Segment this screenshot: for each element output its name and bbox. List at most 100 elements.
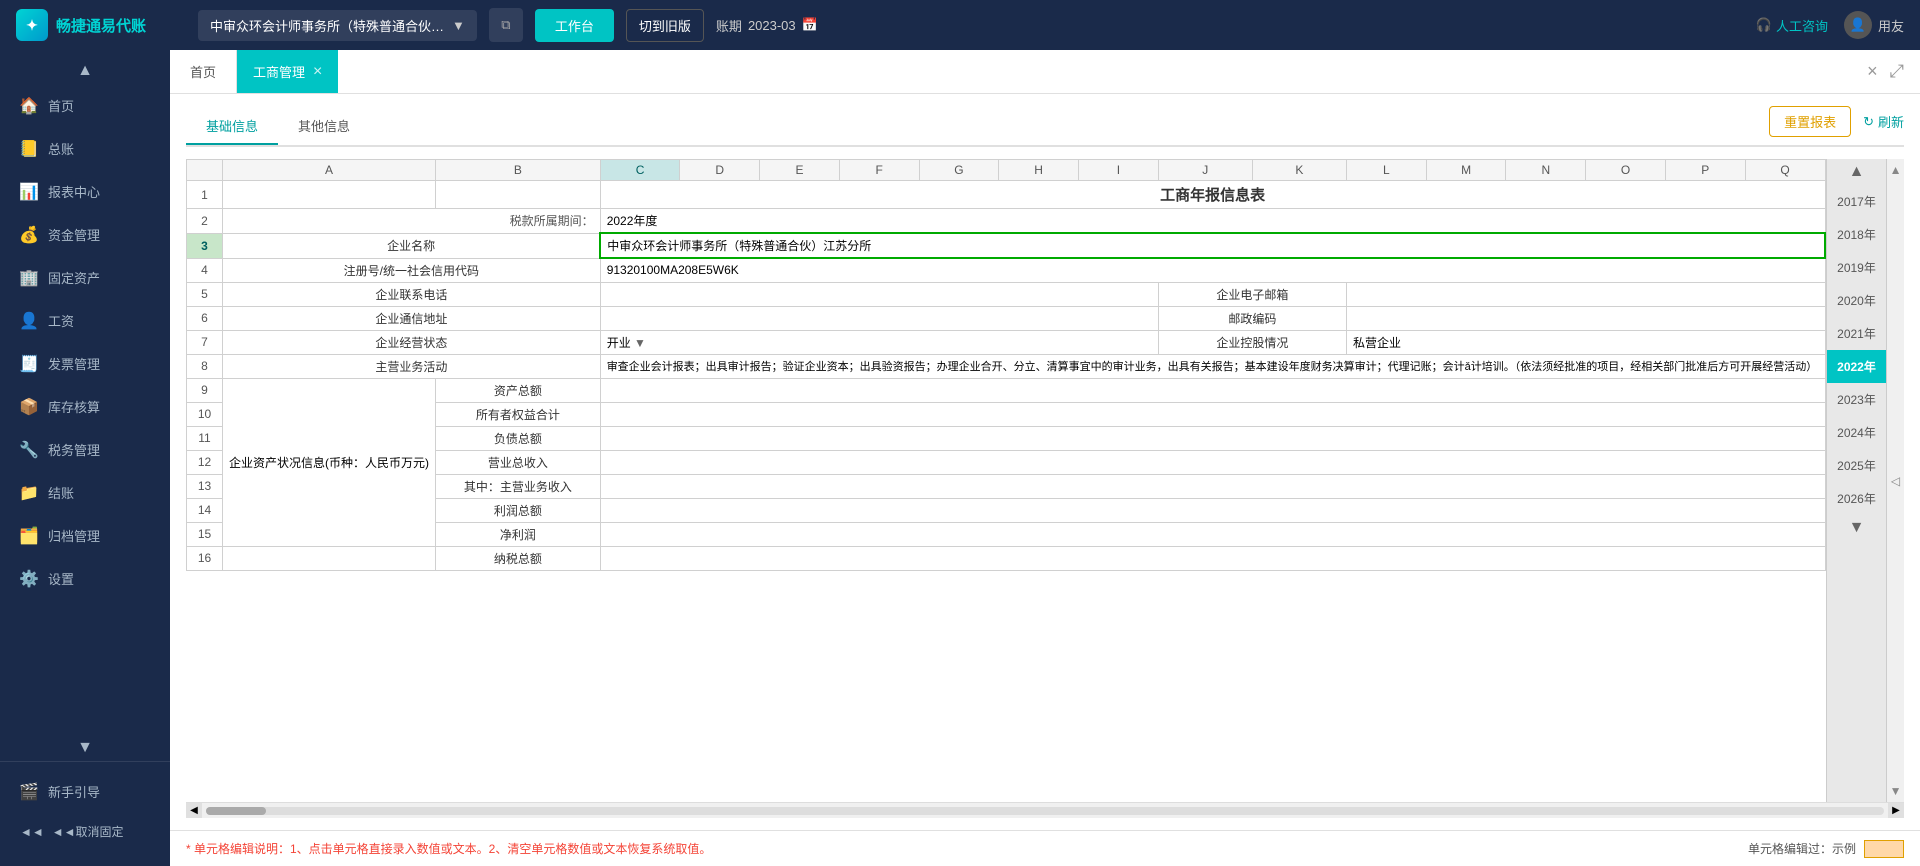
cell-profit-value[interactable] <box>600 498 1825 522</box>
sidebar-item-reports[interactable]: 📊 报表中心 <box>0 170 170 213</box>
row-num-7: 7 <box>187 330 223 354</box>
row-num-3: 3 <box>187 233 223 258</box>
subtab-other[interactable]: 其他信息 <box>278 108 370 145</box>
cell-profit-label: 利润总额 <box>436 498 601 522</box>
tab-home[interactable]: 首页 <box>170 50 237 93</box>
sidebar-item-finance[interactable]: 💰 资金管理 <box>0 213 170 256</box>
year-2021[interactable]: 2021年 <box>1827 317 1886 350</box>
year-2017[interactable]: 2017年 <box>1827 185 1886 218</box>
window-close-button[interactable]: × <box>1867 61 1878 82</box>
year-2018[interactable]: 2018年 <box>1827 218 1886 251</box>
sidebar-item-inventory[interactable]: 📦 库存核算 <box>0 385 170 428</box>
table-row: 9 企业资产状况信息(币种：人民币万元) 资产总额 <box>187 378 1826 402</box>
h-scrollbar[interactable]: ◀ ▶ <box>186 802 1904 818</box>
row-num-9: 9 <box>187 378 223 402</box>
spreadsheet-main[interactable]: A B C D E F G H I J <box>186 159 1826 802</box>
col-header-b: B <box>436 160 601 181</box>
cell-reg-label: 注册号/统一社会信用代码 <box>223 258 601 282</box>
col-header-e: E <box>760 160 840 181</box>
sidebar: ▲ 🏠 首页 📒 总账 📊 报表中心 💰 资金管理 🏢 固定资产 <box>0 50 170 866</box>
user-name: 用友 <box>1878 16 1904 35</box>
row-num-6: 6 <box>187 306 223 330</box>
cell-company-label: 企业名称 <box>223 233 601 258</box>
sidebar-down-arrow[interactable]: ▼ <box>0 735 170 761</box>
sub-tabs: 基础信息 其他信息 重置报表 ↻ 刷新 <box>186 106 1904 147</box>
cell-netprofit-label: 净利润 <box>436 522 601 546</box>
sidebar-item-archive[interactable]: 🗂️ 归档管理 <box>0 514 170 557</box>
year-2020[interactable]: 2020年 <box>1827 284 1886 317</box>
calendar-icon[interactable]: 📅 <box>802 17 818 33</box>
example-color-box <box>1864 840 1904 858</box>
right-collapse[interactable]: ▲ ◁ ▼ <box>1886 159 1904 802</box>
user-menu[interactable]: 👤 用友 <box>1844 11 1904 39</box>
cell-status-value[interactable]: 开业 ▼ <box>600 330 1158 354</box>
sidebar-item-label: 设置 <box>48 569 74 588</box>
sidebar-item-assets[interactable]: 🏢 固定资产 <box>0 256 170 299</box>
year-2022[interactable]: 2022年 <box>1827 350 1886 383</box>
tab-active[interactable]: 工商管理 × <box>237 50 338 93</box>
sidebar-item-label: 结账 <box>48 483 74 502</box>
cell-company-value[interactable]: 中审众环会计师事务所（特殊普通合伙）江苏分所 <box>600 233 1825 258</box>
cell-email-value[interactable] <box>1346 282 1825 306</box>
year-panel-down[interactable]: ▼ <box>1827 515 1886 541</box>
year-panel-up[interactable]: ▲ <box>1827 159 1886 185</box>
sub-tabs-right: 重置报表 ↻ 刷新 <box>1769 106 1904 145</box>
cell-postal-value[interactable] <box>1346 306 1825 330</box>
pin-label: ◄◄取消固定 <box>52 823 124 840</box>
cell-netprofit-value[interactable] <box>600 522 1825 546</box>
year-2024[interactable]: 2024年 <box>1827 416 1886 449</box>
cell-activity-value[interactable]: 审查企业会计报表；出具审计报告；验证企业资本；出具验资报告；办理企业合开、分立、… <box>600 354 1825 378</box>
cell-reg-value[interactable]: 91320100MA208E5W6K <box>600 258 1825 282</box>
reset-button[interactable]: 重置报表 <box>1769 106 1851 137</box>
sidebar-item-salary[interactable]: 👤 工资 <box>0 299 170 342</box>
sidebar-pin[interactable]: ◄◄ ◄◄取消固定 <box>0 813 170 850</box>
h-scroll-right-button[interactable]: ▶ <box>1888 803 1904 819</box>
cell-liab-value[interactable] <box>600 426 1825 450</box>
cell-rev-value[interactable] <box>600 450 1825 474</box>
sidebar-item-ledger[interactable]: 📒 总账 <box>0 127 170 170</box>
subtab-basic[interactable]: 基础信息 <box>186 108 278 145</box>
cell-period-value[interactable]: 2022年度 <box>600 209 1825 234</box>
spreadsheet-wrapper: A B C D E F G H I J <box>186 159 1904 818</box>
h-scroll-thumb[interactable] <box>206 807 266 815</box>
sidebar-item-invoice[interactable]: 🧾 发票管理 <box>0 342 170 385</box>
sidebar-item-tax[interactable]: 🔧 税务管理 <box>0 428 170 471</box>
footer-example: 单元格编辑过：示例 <box>1748 840 1904 858</box>
cell-16-a <box>223 546 436 570</box>
year-2025[interactable]: 2025年 <box>1827 449 1886 482</box>
sidebar-item-settings[interactable]: ⚙️ 设置 <box>0 557 170 600</box>
sidebar-item-home[interactable]: 🏠 首页 <box>0 84 170 127</box>
year-panel: ▲ 2017年 2018年 2019年 2020年 2021年 2022年 20… <box>1826 159 1886 802</box>
year-2026[interactable]: 2026年 <box>1827 482 1886 515</box>
finance-icon: 💰 <box>20 226 38 244</box>
sidebar-item-newuser[interactable]: 🎬 新手引导 <box>0 770 170 813</box>
sidebar-item-label: 税务管理 <box>48 440 100 459</box>
h-scroll-left-button[interactable]: ◀ <box>186 803 202 819</box>
sidebar-item-label: 固定资产 <box>48 268 100 287</box>
cell-activity-label: 主营业务活动 <box>223 354 601 378</box>
refresh-button[interactable]: ↻ 刷新 <box>1863 112 1904 131</box>
tab-close-button[interactable]: × <box>313 63 322 81</box>
h-scroll-track[interactable] <box>206 807 1884 815</box>
workbench-button[interactable]: 工作台 <box>535 9 614 42</box>
cell-assets-value[interactable] <box>600 378 1825 402</box>
year-2023[interactable]: 2023年 <box>1827 383 1886 416</box>
sidebar-item-closing[interactable]: 📁 结账 <box>0 471 170 514</box>
cell-phone-value[interactable] <box>600 282 1158 306</box>
row-num-8: 8 <box>187 354 223 378</box>
copy-button[interactable]: ⧉ <box>489 8 523 42</box>
cell-addr-value[interactable] <box>600 306 1158 330</box>
old-version-button[interactable]: 切到旧版 <box>626 9 704 42</box>
page-container: 基础信息 其他信息 重置报表 ↻ 刷新 <box>170 94 1920 830</box>
year-2019[interactable]: 2019年 <box>1827 251 1886 284</box>
cell-holding-value[interactable]: 私营企业 <box>1346 330 1825 354</box>
window-expand-button[interactable]: ⤢ <box>1890 61 1904 82</box>
collapse-up-arrow: ▲ <box>1886 159 1904 181</box>
sidebar-item-label: 新手引导 <box>48 782 100 801</box>
sidebar-up-arrow[interactable]: ▲ <box>0 58 170 84</box>
cell-tax-value[interactable] <box>600 546 1825 570</box>
company-selector[interactable]: 中审众环会计师事务所（特殊普通合伙… ▼ <box>198 10 477 41</box>
consult-button[interactable]: 🎧 人工咨询 <box>1756 16 1828 35</box>
cell-mainrev-value[interactable] <box>600 474 1825 498</box>
cell-equity-value[interactable] <box>600 402 1825 426</box>
